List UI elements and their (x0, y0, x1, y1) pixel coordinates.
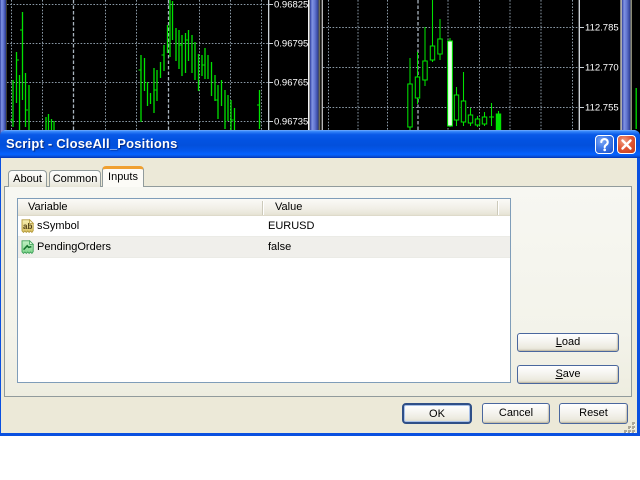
svg-text:0.96795: 0.96795 (274, 39, 308, 50)
svg-text:0.96765: 0.96765 (274, 78, 308, 89)
svg-text:0.96735: 0.96735 (274, 117, 308, 128)
svg-text:ab: ab (23, 222, 32, 231)
svg-text:112.755: 112.755 (585, 103, 619, 114)
svg-text:112.785: 112.785 (585, 23, 619, 34)
svg-text:0.96825: 0.96825 (274, 0, 308, 11)
svg-text:112.770: 112.770 (585, 63, 619, 74)
